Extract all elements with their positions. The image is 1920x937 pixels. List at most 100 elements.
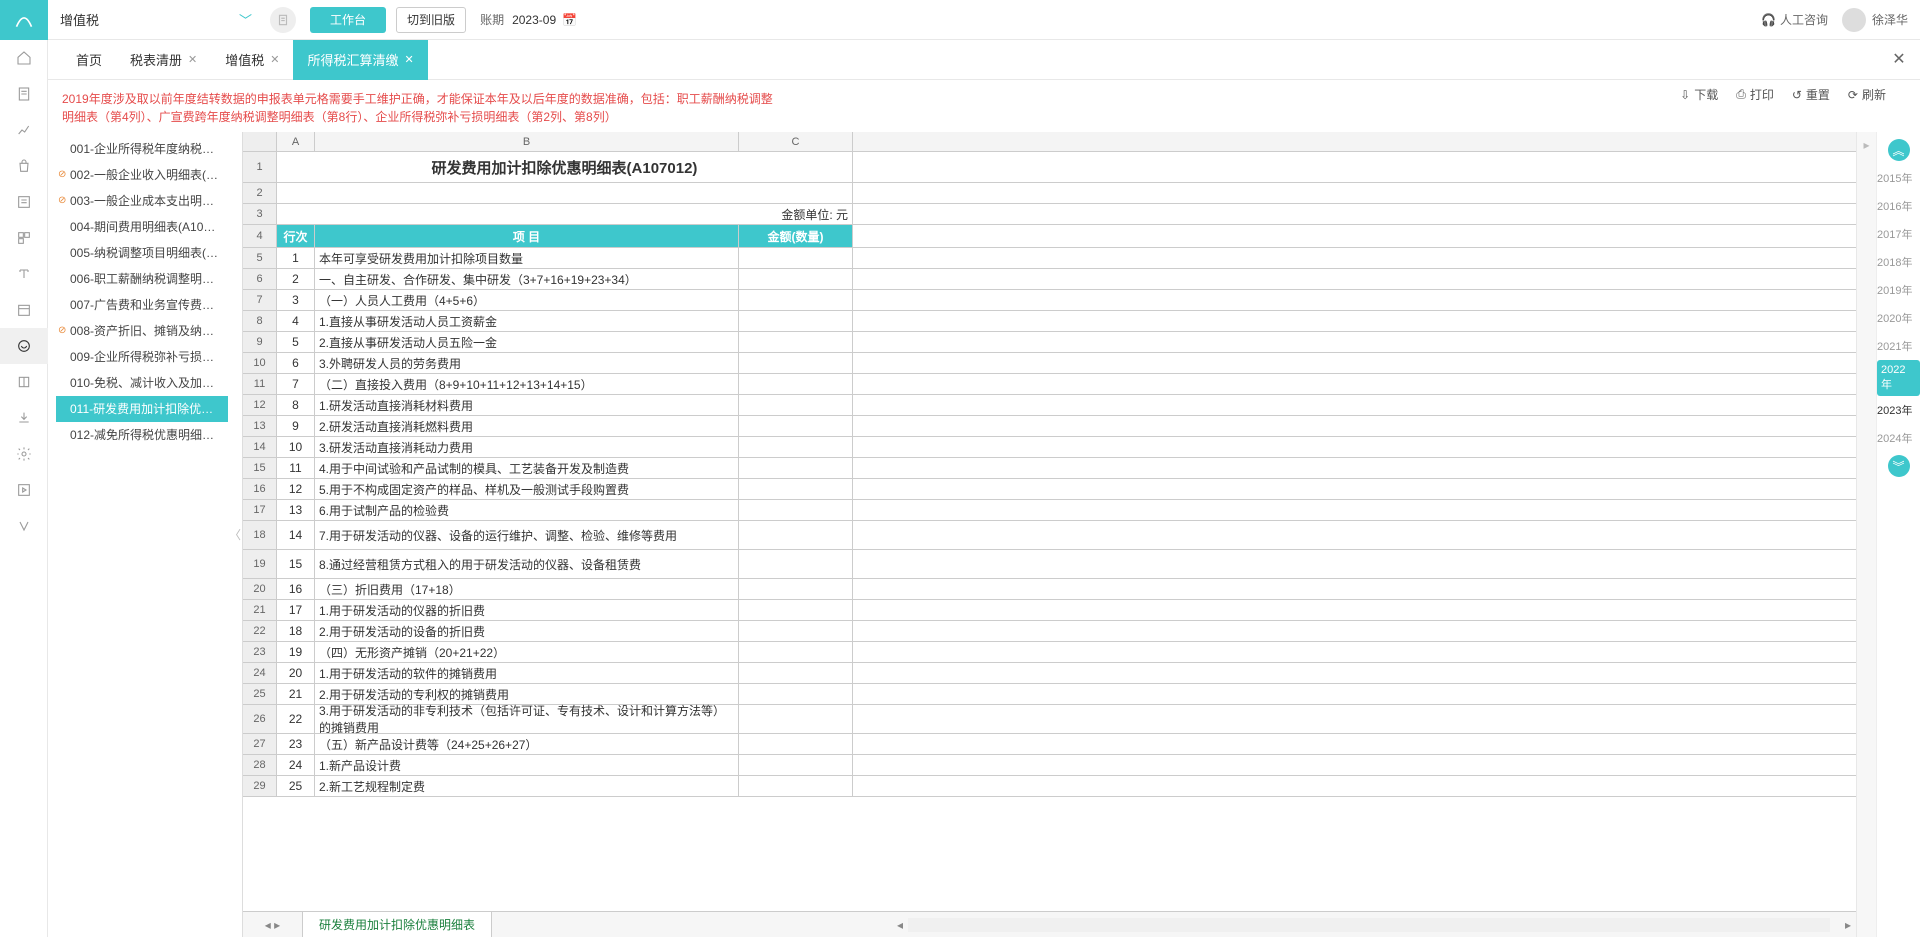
cell[interactable]: 1.新产品设计费 (315, 755, 739, 775)
form-list-item[interactable]: 012-减免所得税优惠明细表(... (56, 422, 228, 448)
year-item[interactable]: 2018年 (1877, 248, 1920, 276)
col-A[interactable]: A (277, 132, 315, 151)
cell[interactable]: 5.用于不构成固定资产的样品、样机及一般测试手段购置费 (315, 479, 739, 499)
row-number[interactable]: 18 (243, 521, 277, 549)
close-icon[interactable]: ✕ (405, 53, 414, 66)
cell[interactable]: 本年可享受研发费用加计扣除项目数量 (315, 248, 739, 268)
cell[interactable]: 一、自主研发、合作研发、集中研发（3+7+16+19+23+34） (315, 269, 739, 289)
cell[interactable]: 10 (277, 437, 315, 457)
cell[interactable] (739, 776, 853, 796)
cell[interactable]: 3.外聘研发人员的劳务费用 (315, 353, 739, 373)
cell[interactable] (739, 458, 853, 478)
row-number[interactable]: 13 (243, 416, 277, 436)
year-item[interactable]: 2017年 (1877, 220, 1920, 248)
nav-bag-icon[interactable] (0, 148, 48, 184)
cell[interactable] (739, 663, 853, 683)
cell[interactable]: 6.用于试制产品的检验费 (315, 500, 739, 520)
cell[interactable]: 1.研发活动直接消耗材料费用 (315, 395, 739, 415)
reset-button[interactable]: ↺重置 (1792, 86, 1830, 103)
row-number[interactable]: 19 (243, 550, 277, 578)
row-number[interactable]: 6 (243, 269, 277, 289)
row-number[interactable]: 3 (243, 204, 277, 224)
form-list-item[interactable]: 006-职工薪酬纳税调整明细... (56, 266, 228, 292)
cell[interactable]: 2.新工艺规程制定费 (315, 776, 739, 796)
row-number[interactable]: 20 (243, 579, 277, 599)
row-number[interactable]: 8 (243, 311, 277, 331)
row-number[interactable]: 25 (243, 684, 277, 704)
close-icon[interactable]: ✕ (270, 53, 279, 66)
row-number[interactable]: 26 (243, 705, 277, 733)
calendar-icon[interactable]: 📅 (562, 13, 577, 27)
cell[interactable]: 2.用于研发活动的设备的折旧费 (315, 621, 739, 641)
cell[interactable] (739, 521, 853, 549)
nav-download-icon[interactable] (0, 400, 48, 436)
row-number[interactable]: 14 (243, 437, 277, 457)
download-button[interactable]: ⇩下载 (1680, 86, 1718, 103)
cell[interactable]: 2.用于研发活动的专利权的摊销费用 (315, 684, 739, 704)
cell[interactable] (739, 395, 853, 415)
col-C[interactable]: C (739, 132, 853, 151)
nav-gear-icon[interactable] (0, 436, 48, 472)
cell[interactable]: 金额单位: 元 (739, 204, 853, 224)
scroll-right[interactable]: ▸ (1840, 918, 1856, 932)
row-number[interactable]: 10 (243, 353, 277, 373)
cell[interactable]: 12 (277, 479, 315, 499)
cell[interactable]: （一）人员人工费用（4+5+6） (315, 290, 739, 310)
cell[interactable]: 19 (277, 642, 315, 662)
cell[interactable] (739, 290, 853, 310)
cell[interactable]: 21 (277, 684, 315, 704)
year-item[interactable]: 2016年 (1877, 192, 1920, 220)
cell[interactable]: 13 (277, 500, 315, 520)
corner-cell[interactable] (243, 132, 277, 151)
cell[interactable] (277, 204, 739, 224)
cell[interactable] (277, 183, 853, 203)
year-item[interactable]: 2024年 (1877, 424, 1920, 452)
cell[interactable]: 3.研发活动直接消耗动力费用 (315, 437, 739, 457)
tab[interactable]: 首页 (62, 40, 116, 80)
cell[interactable]: （二）直接投入费用（8+9+10+11+12+13+14+15） (315, 374, 739, 394)
row-number[interactable]: 15 (243, 458, 277, 478)
year-item[interactable]: 2015年 (1877, 164, 1920, 192)
row-number[interactable]: 17 (243, 500, 277, 520)
row-number[interactable]: 5 (243, 248, 277, 268)
form-list-item[interactable]: 004-期间费用明细表(A1040... (56, 214, 228, 240)
refresh-button[interactable]: ⟳刷新 (1848, 86, 1886, 103)
close-all-tabs[interactable]: ✕ (1888, 48, 1910, 70)
cell[interactable] (739, 332, 853, 352)
form-list-item[interactable]: 009-企业所得税弥补亏损明... (56, 344, 228, 370)
form-list-item[interactable]: 008-资产折旧、摊销及纳税... (56, 318, 228, 344)
cell[interactable]: 8.通过经营租赁方式租入的用于研发活动的仪器、设备租赁费 (315, 550, 739, 578)
form-list-item[interactable]: 001-企业所得税年度纳税申... (56, 136, 228, 162)
row-number[interactable]: 28 (243, 755, 277, 775)
row-number[interactable]: 27 (243, 734, 277, 754)
cell[interactable]: 24 (277, 755, 315, 775)
period-value[interactable]: 2023-09 (512, 13, 556, 27)
collapse-handle[interactable]: 〈 (228, 132, 242, 937)
switch-old-button[interactable]: 切到旧版 (396, 7, 466, 33)
cell[interactable]: 9 (277, 416, 315, 436)
tab[interactable]: 所得税汇算清缴✕ (293, 40, 427, 80)
cell[interactable] (739, 500, 853, 520)
cell[interactable]: 8 (277, 395, 315, 415)
cell[interactable] (739, 579, 853, 599)
cell[interactable]: 6 (277, 353, 315, 373)
tab[interactable]: 税表清册✕ (116, 40, 211, 80)
row-number[interactable]: 4 (243, 225, 277, 247)
nav-box-icon[interactable] (0, 364, 48, 400)
cell[interactable]: 1.用于研发活动的软件的摊销费用 (315, 663, 739, 683)
cell[interactable]: 研发费用加计扣除优惠明细表(A107012) (277, 152, 853, 182)
cell[interactable]: 15 (277, 550, 315, 578)
cell[interactable] (739, 550, 853, 578)
cell[interactable] (739, 353, 853, 373)
cell[interactable]: 20 (277, 663, 315, 683)
nav-chart-icon[interactable] (0, 112, 48, 148)
h-scrollbar[interactable] (908, 918, 1830, 932)
cell[interactable]: 2.研发活动直接消耗燃料费用 (315, 416, 739, 436)
cell[interactable]: 7 (277, 374, 315, 394)
cell[interactable] (739, 437, 853, 457)
cell[interactable] (739, 374, 853, 394)
cell[interactable] (739, 416, 853, 436)
avatar[interactable] (1842, 8, 1866, 32)
col-B[interactable]: B (315, 132, 739, 151)
row-number[interactable]: 16 (243, 479, 277, 499)
